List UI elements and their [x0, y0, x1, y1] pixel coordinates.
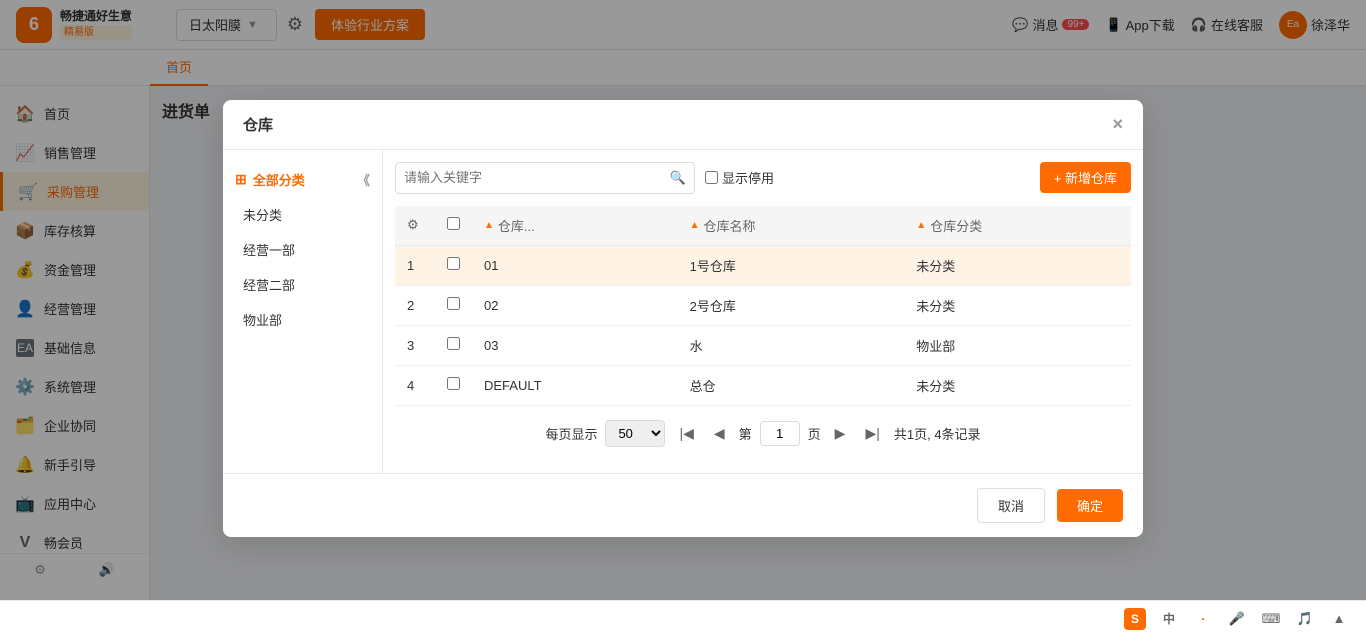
- sort-icon-code: ▲: [484, 220, 494, 231]
- dot-icon[interactable]: ·: [1192, 608, 1214, 630]
- table-panel: 🔍 显示停用 + 新增仓库 ⚙: [383, 150, 1143, 473]
- modal-body: ⊞ 全部分类 《 未分类 经营一部 经营二部 物业部 🔍: [223, 150, 1143, 473]
- category-item-ops2[interactable]: 经营二部: [223, 267, 382, 302]
- search-box: 🔍: [395, 162, 695, 194]
- row-checkbox[interactable]: [447, 257, 460, 270]
- modal-header: 仓库 ×: [223, 100, 1143, 150]
- th-checkbox: [435, 206, 472, 246]
- music-icon[interactable]: 🎵: [1294, 608, 1316, 630]
- keyboard-icon[interactable]: ⌨: [1260, 608, 1282, 630]
- arrow-up-icon[interactable]: ▲: [1328, 608, 1350, 630]
- search-icon[interactable]: 🔍: [670, 170, 686, 186]
- table-row[interactable]: 1 01 1号仓库 未分类: [395, 245, 1131, 285]
- table-row[interactable]: 2 02 2号仓库 未分类: [395, 285, 1131, 325]
- cancel-button[interactable]: 取消: [977, 488, 1045, 523]
- warehouse-modal: 仓库 × ⊞ 全部分类 《 未分类 经营一部 经营二部 物业部: [223, 100, 1143, 537]
- prev-page-button[interactable]: ◀: [708, 421, 731, 446]
- pagination: 每页显示 102050100 |◀ ◀ 第 1 页 ▶ ▶| 共1页, 4条记录: [395, 406, 1131, 461]
- category-item-property[interactable]: 物业部: [223, 302, 382, 337]
- category-panel: ⊞ 全部分类 《 未分类 经营一部 经营二部 物业部: [223, 150, 383, 473]
- th-name[interactable]: ▲ 仓库名称: [678, 206, 905, 246]
- category-item-ops1[interactable]: 经营一部: [223, 232, 382, 267]
- th-settings: ⚙: [395, 206, 435, 246]
- select-all-checkbox[interactable]: [447, 217, 460, 230]
- page-number-input[interactable]: 1: [760, 421, 800, 446]
- per-page-select[interactable]: 102050100: [605, 420, 665, 447]
- modal-overlay: 仓库 × ⊞ 全部分类 《 未分类 经营一部 经营二部 物业部: [0, 0, 1366, 636]
- search-input[interactable]: [404, 170, 670, 185]
- row-checkbox[interactable]: [447, 337, 460, 350]
- th-category[interactable]: ▲ 仓库分类: [904, 206, 1131, 246]
- bottom-bar: S 中 · 🎤 ⌨ 🎵 ▲: [0, 600, 1366, 636]
- table-body: 1 01 1号仓库 未分类 2 02 2号仓库 未分类 3 03 水 物业部 4…: [395, 245, 1131, 405]
- grid-icon: ⊞: [235, 171, 247, 188]
- close-icon[interactable]: ×: [1112, 114, 1123, 135]
- row-checkbox[interactable]: [447, 297, 460, 310]
- sort-icon-category: ▲: [916, 220, 926, 231]
- table-row[interactable]: 3 03 水 物业部: [395, 325, 1131, 365]
- show-disabled-checkbox[interactable]: 显示停用: [705, 168, 774, 187]
- category-header[interactable]: ⊞ 全部分类 《: [223, 162, 382, 197]
- collapse-icon[interactable]: 《: [357, 170, 370, 189]
- sort-icon-name: ▲: [690, 220, 700, 231]
- table-container: ⚙ ▲ 仓库...: [395, 206, 1131, 406]
- warehouse-table: ⚙ ▲ 仓库...: [395, 206, 1131, 406]
- disabled-checkbox[interactable]: [705, 171, 718, 184]
- confirm-button[interactable]: 确定: [1057, 489, 1123, 522]
- brand-s-icon: S: [1124, 608, 1146, 630]
- modal-footer: 取消 确定: [223, 473, 1143, 537]
- next-page-button[interactable]: ▶: [829, 421, 852, 446]
- add-warehouse-button[interactable]: + 新增仓库: [1040, 162, 1131, 193]
- toolbar: 🔍 显示停用 + 新增仓库: [395, 162, 1131, 194]
- zh-input-icon[interactable]: 中: [1158, 608, 1180, 630]
- table-header-row: ⚙ ▲ 仓库...: [395, 206, 1131, 246]
- table-row[interactable]: 4 DEFAULT 总仓 未分类: [395, 365, 1131, 405]
- row-checkbox[interactable]: [447, 377, 460, 390]
- modal-title: 仓库: [243, 114, 273, 135]
- category-item-unclassified[interactable]: 未分类: [223, 197, 382, 232]
- mic-icon[interactable]: 🎤: [1226, 608, 1248, 630]
- last-page-button[interactable]: ▶|: [859, 421, 885, 446]
- first-page-button[interactable]: |◀: [673, 421, 699, 446]
- total-info: 共1页, 4条记录: [894, 424, 981, 443]
- th-code[interactable]: ▲ 仓库...: [472, 206, 678, 246]
- settings-th-icon: ⚙: [407, 217, 419, 232]
